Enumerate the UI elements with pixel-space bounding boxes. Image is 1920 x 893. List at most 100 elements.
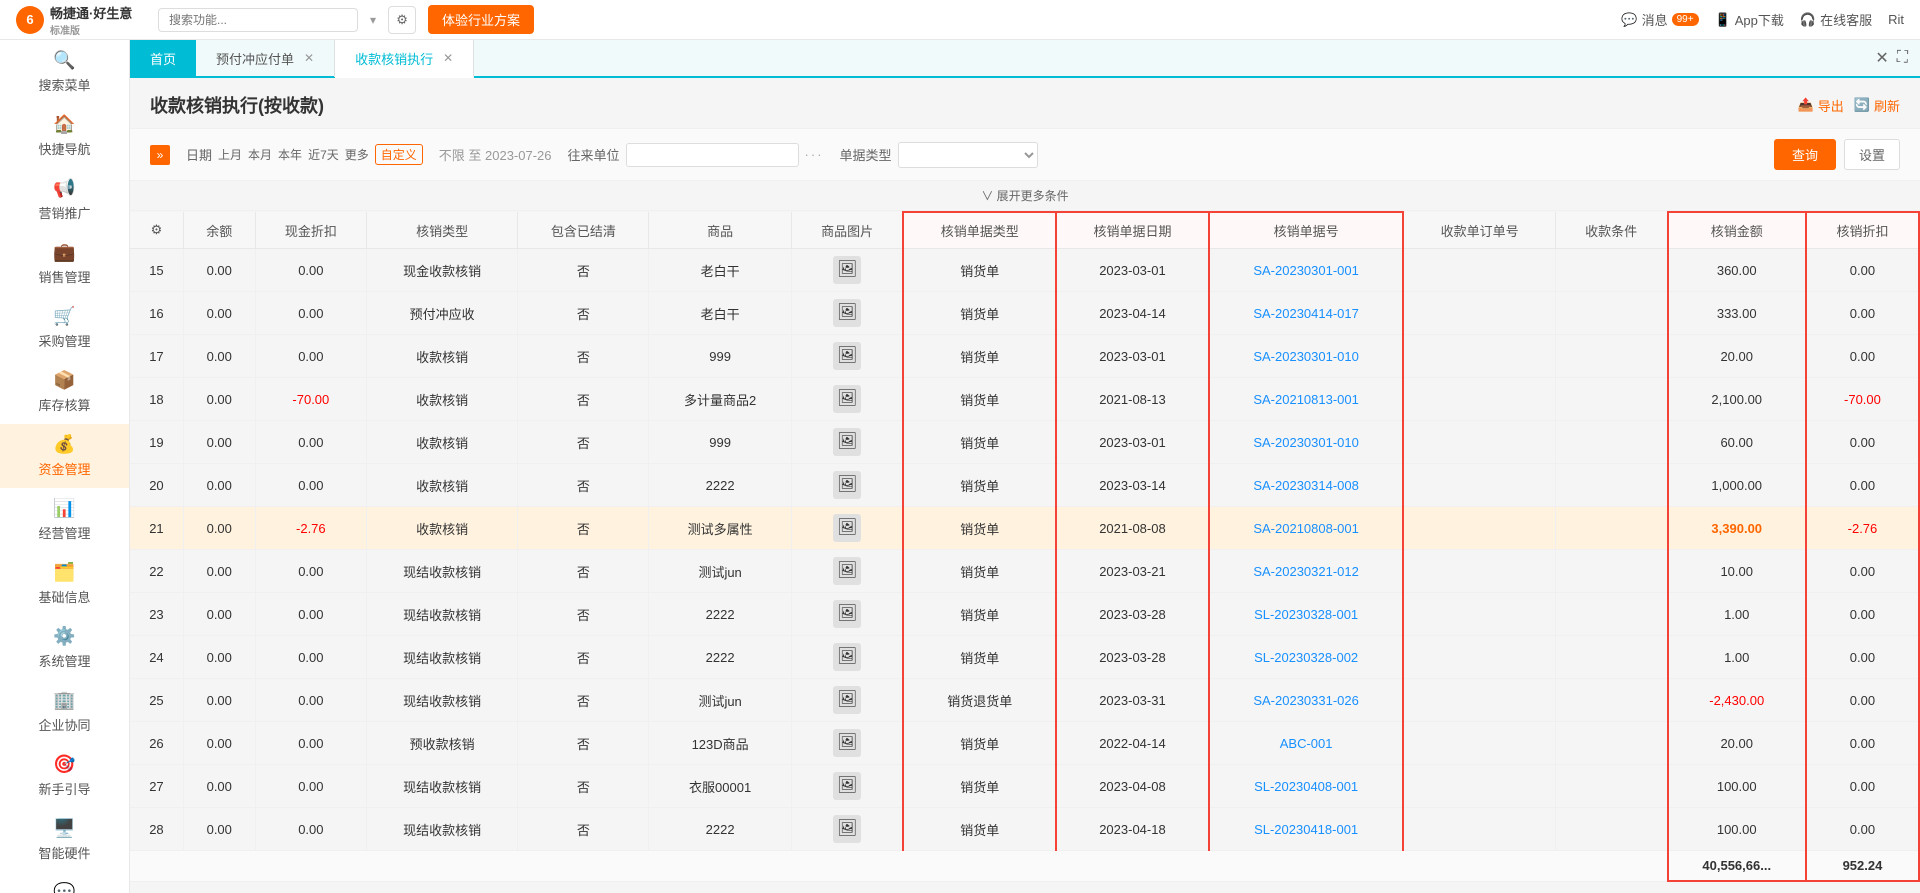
- cell-goods: 测试多属性: [649, 507, 791, 550]
- cell-amount: 10.00: [1668, 550, 1806, 593]
- bill-type-select[interactable]: [898, 142, 1038, 168]
- cell-seq: 17: [130, 335, 183, 378]
- cell-balance: 0.00: [183, 593, 255, 636]
- cell-goods-img: 🖼: [791, 679, 903, 722]
- tab-collection[interactable]: 收款核销执行 ✕: [335, 40, 474, 78]
- cell-bill-no[interactable]: SA-20230301-001: [1209, 249, 1404, 292]
- refresh-button[interactable]: 🔄 刷新: [1854, 96, 1900, 115]
- date-custom-button[interactable]: 自定义: [375, 144, 423, 165]
- sidebar-item-search[interactable]: 🔍 搜索菜单: [0, 40, 129, 104]
- tab-close-all-icon[interactable]: ✕: [1875, 48, 1888, 68]
- sidebar-item-purchase[interactable]: 🛒 采购管理: [0, 296, 129, 360]
- date-opt-last-month[interactable]: 上月: [218, 146, 242, 163]
- cell-balance: 0.00: [183, 808, 255, 851]
- cell-bill-no[interactable]: SA-20210813-001: [1209, 378, 1404, 421]
- cell-bill-type: 销货单: [903, 765, 1056, 808]
- cell-settled: 否: [518, 507, 649, 550]
- col-header-gear[interactable]: ⚙: [130, 212, 183, 249]
- filter-bar: » 日期 上月 本月 本年 近7天 更多 自定义 不限 至 2023-07-26…: [130, 129, 1920, 181]
- app-download-button[interactable]: 📱 App下载: [1715, 10, 1784, 29]
- cell-amount: 20.00: [1668, 335, 1806, 378]
- cell-bill-no[interactable]: SA-20230321-012: [1209, 550, 1404, 593]
- top-search-input[interactable]: [158, 8, 358, 32]
- sidebar-item-finance[interactable]: 💰 资金管理: [0, 424, 129, 488]
- tab-collection-close[interactable]: ✕: [443, 51, 453, 65]
- cell-bill-no[interactable]: ABC-001: [1209, 722, 1404, 765]
- sidebar-item-wechat[interactable]: 💬 企业微信: [0, 872, 129, 893]
- cell-bill-no[interactable]: SA-20230331-026: [1209, 679, 1404, 722]
- cell-bill-no[interactable]: SL-20230328-002: [1209, 636, 1404, 679]
- customer-input[interactable]: [626, 143, 799, 167]
- filter-expand-button[interactable]: »: [150, 145, 170, 165]
- date-opt-7days[interactable]: 近7天: [308, 146, 339, 163]
- export-button[interactable]: 📤 导出: [1798, 96, 1844, 115]
- sidebar-label-hardware: 智能硬件: [38, 843, 90, 862]
- cell-bill-no[interactable]: SA-20230314-008: [1209, 464, 1404, 507]
- messages-badge: 99+: [1672, 13, 1699, 26]
- cell-cash-discount: -70.00: [255, 378, 366, 421]
- date-opt-more[interactable]: 更多: [345, 146, 369, 163]
- customer-dots[interactable]: ···: [805, 147, 824, 162]
- sidebar-item-inventory[interactable]: 📦 库存核算: [0, 360, 129, 424]
- cell-bill-type: 销货单: [903, 808, 1056, 851]
- sidebar-item-hardware[interactable]: 🖥️ 智能硬件: [0, 808, 129, 872]
- table-row: 20 0.00 0.00 收款核销 否 2222 🖼 销货单 2023-03-1…: [130, 464, 1919, 507]
- trial-industry-button[interactable]: 体验行业方案: [428, 5, 534, 34]
- cell-goods: 衣服00001: [649, 765, 791, 808]
- cell-payment-cond: [1555, 722, 1667, 765]
- table-row: 28 0.00 0.00 现结收款核销 否 2222 🖼 销货单 2023-04…: [130, 808, 1919, 851]
- cell-balance: 0.00: [183, 722, 255, 765]
- sidebar-item-basic[interactable]: 🗂️ 基础信息: [0, 552, 129, 616]
- cell-order-no: [1403, 636, 1555, 679]
- cell-bill-date: 2021-08-08: [1056, 507, 1209, 550]
- setting-button[interactable]: 设置: [1844, 139, 1900, 170]
- col-header-bill-date: 核销单据日期: [1056, 212, 1209, 249]
- messages-button[interactable]: 💬 消息 99+: [1621, 10, 1698, 29]
- sidebar-item-enterprise[interactable]: 🏢 企业协同: [0, 680, 129, 744]
- sidebar-label-enterprise: 企业协同: [38, 715, 90, 734]
- cell-type: 收款核销: [367, 378, 518, 421]
- cell-settled: 否: [518, 464, 649, 507]
- user-area[interactable]: Rit: [1888, 12, 1904, 27]
- cell-bill-no[interactable]: SL-20230328-001: [1209, 593, 1404, 636]
- online-service-button[interactable]: 🎧 在线客服: [1800, 10, 1872, 29]
- cell-bill-no[interactable]: SL-20230408-001: [1209, 765, 1404, 808]
- cell-bill-no[interactable]: SA-20210808-001: [1209, 507, 1404, 550]
- sidebar-item-marketing[interactable]: 📢 营销推广: [0, 168, 129, 232]
- settings-gear-button[interactable]: ⚙: [388, 6, 416, 34]
- date-opt-this-month[interactable]: 本月: [248, 146, 272, 163]
- expand-more-button[interactable]: ∨ 展开更多条件: [981, 187, 1068, 204]
- sidebar-item-guide[interactable]: 🎯 新手引导: [0, 744, 129, 808]
- tab-prepay[interactable]: 预付冲应付单 ✕: [196, 40, 335, 77]
- cell-type: 现结收款核销: [367, 550, 518, 593]
- cell-discount: 0.00: [1806, 335, 1919, 378]
- query-button[interactable]: 查询: [1774, 139, 1836, 170]
- cell-bill-no[interactable]: SA-20230301-010: [1209, 421, 1404, 464]
- sidebar-item-sales[interactable]: 💼 销售管理: [0, 232, 129, 296]
- cell-goods: 2222: [649, 593, 791, 636]
- date-range-display: 不限 至 2023-07-26: [439, 145, 552, 164]
- cell-bill-date: 2023-03-21: [1056, 550, 1209, 593]
- cell-bill-no[interactable]: SA-20230301-010: [1209, 335, 1404, 378]
- messages-label: 消息: [1642, 10, 1668, 29]
- cell-bill-no[interactable]: SA-20230414-017: [1209, 292, 1404, 335]
- cell-bill-no[interactable]: SL-20230418-001: [1209, 808, 1404, 851]
- tab-home-label: 首页: [150, 49, 176, 68]
- cell-goods-img: 🖼: [791, 550, 903, 593]
- purchase-icon: 🛒: [53, 306, 75, 327]
- cell-payment-cond: [1555, 378, 1667, 421]
- tab-prepay-close[interactable]: ✕: [304, 51, 314, 65]
- sidebar-item-quicknav[interactable]: 🏠 快捷导航: [0, 104, 129, 168]
- tab-home[interactable]: 首页: [130, 40, 196, 77]
- sidebar-item-operation[interactable]: 📊 经营管理: [0, 488, 129, 552]
- cell-bill-date: 2023-03-28: [1056, 593, 1209, 636]
- sidebar-item-system[interactable]: ⚙️ 系统管理: [0, 616, 129, 680]
- search-dropdown-arrow[interactable]: ▾: [370, 13, 376, 27]
- date-opt-this-year[interactable]: 本年: [278, 146, 302, 163]
- sidebar: 🔍 搜索菜单 🏠 快捷导航 📢 营销推广 💼 销售管理 🛒 采购管理 📦 库存核…: [0, 40, 130, 893]
- cell-order-no: [1403, 722, 1555, 765]
- cell-seq: 16: [130, 292, 183, 335]
- tab-fullscreen-icon[interactable]: ⛶: [1897, 49, 1908, 67]
- table-row: 17 0.00 0.00 收款核销 否 999 🖼 销货单 2023-03-01…: [130, 335, 1919, 378]
- export-icon: 📤: [1798, 97, 1814, 113]
